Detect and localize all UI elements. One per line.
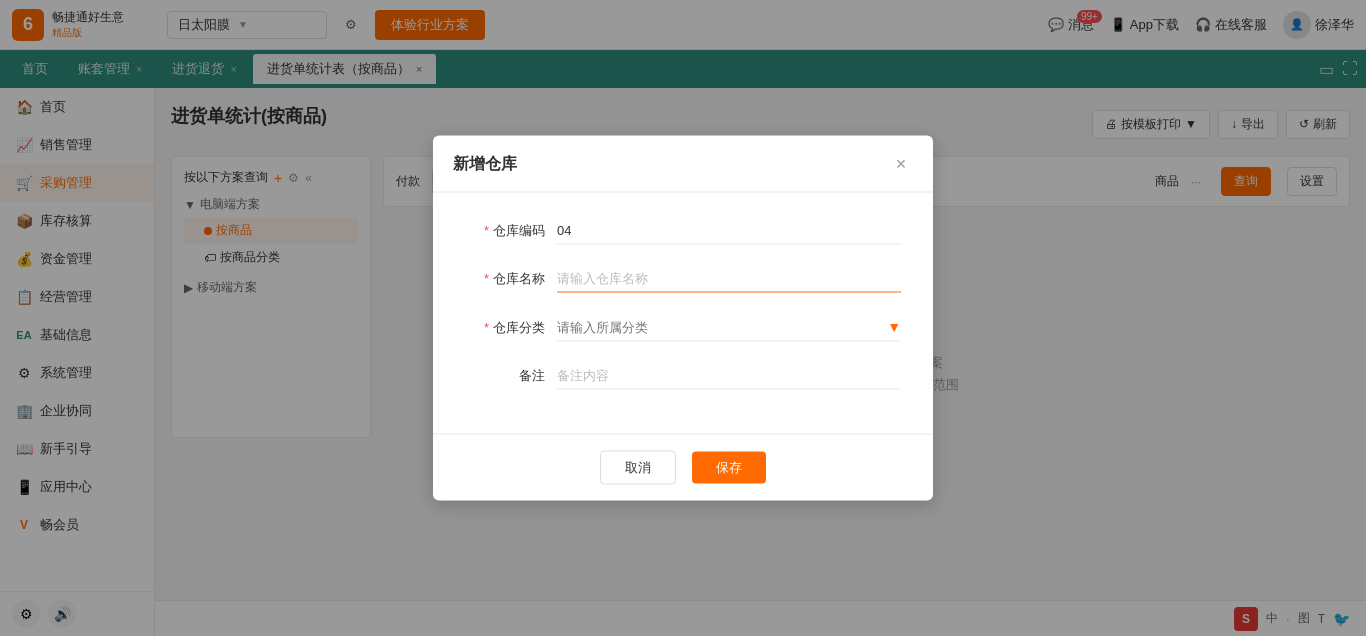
form-row-name: 仓库名称 bbox=[465, 265, 901, 293]
form-row-note: 备注 bbox=[465, 362, 901, 390]
category-arrow-icon: ▼ bbox=[887, 319, 901, 335]
code-label: 仓库编码 bbox=[465, 222, 545, 240]
note-input[interactable] bbox=[557, 362, 901, 390]
modal-close-btn[interactable]: × bbox=[889, 152, 913, 176]
cancel-button[interactable]: 取消 bbox=[600, 451, 676, 485]
name-label: 仓库名称 bbox=[465, 270, 545, 288]
category-label: 仓库分类 bbox=[465, 318, 545, 336]
modal-footer: 取消 保存 bbox=[433, 434, 933, 501]
modal-body: 仓库编码 仓库名称 仓库分类 ▼ 备注 bbox=[433, 193, 933, 434]
form-row-code: 仓库编码 bbox=[465, 217, 901, 245]
save-button[interactable]: 保存 bbox=[692, 452, 766, 484]
new-warehouse-modal: 新增仓库 × 仓库编码 仓库名称 仓库分类 ▼ 备注 取消 保存 bbox=[433, 136, 933, 501]
modal-title: 新增仓库 bbox=[453, 153, 517, 174]
form-row-category: 仓库分类 ▼ bbox=[465, 313, 901, 342]
category-input[interactable] bbox=[557, 319, 887, 334]
code-input[interactable] bbox=[557, 217, 901, 245]
category-select[interactable]: ▼ bbox=[557, 313, 901, 342]
name-input[interactable] bbox=[557, 265, 901, 293]
modal-header: 新增仓库 × bbox=[433, 136, 933, 193]
note-label: 备注 bbox=[465, 367, 545, 385]
